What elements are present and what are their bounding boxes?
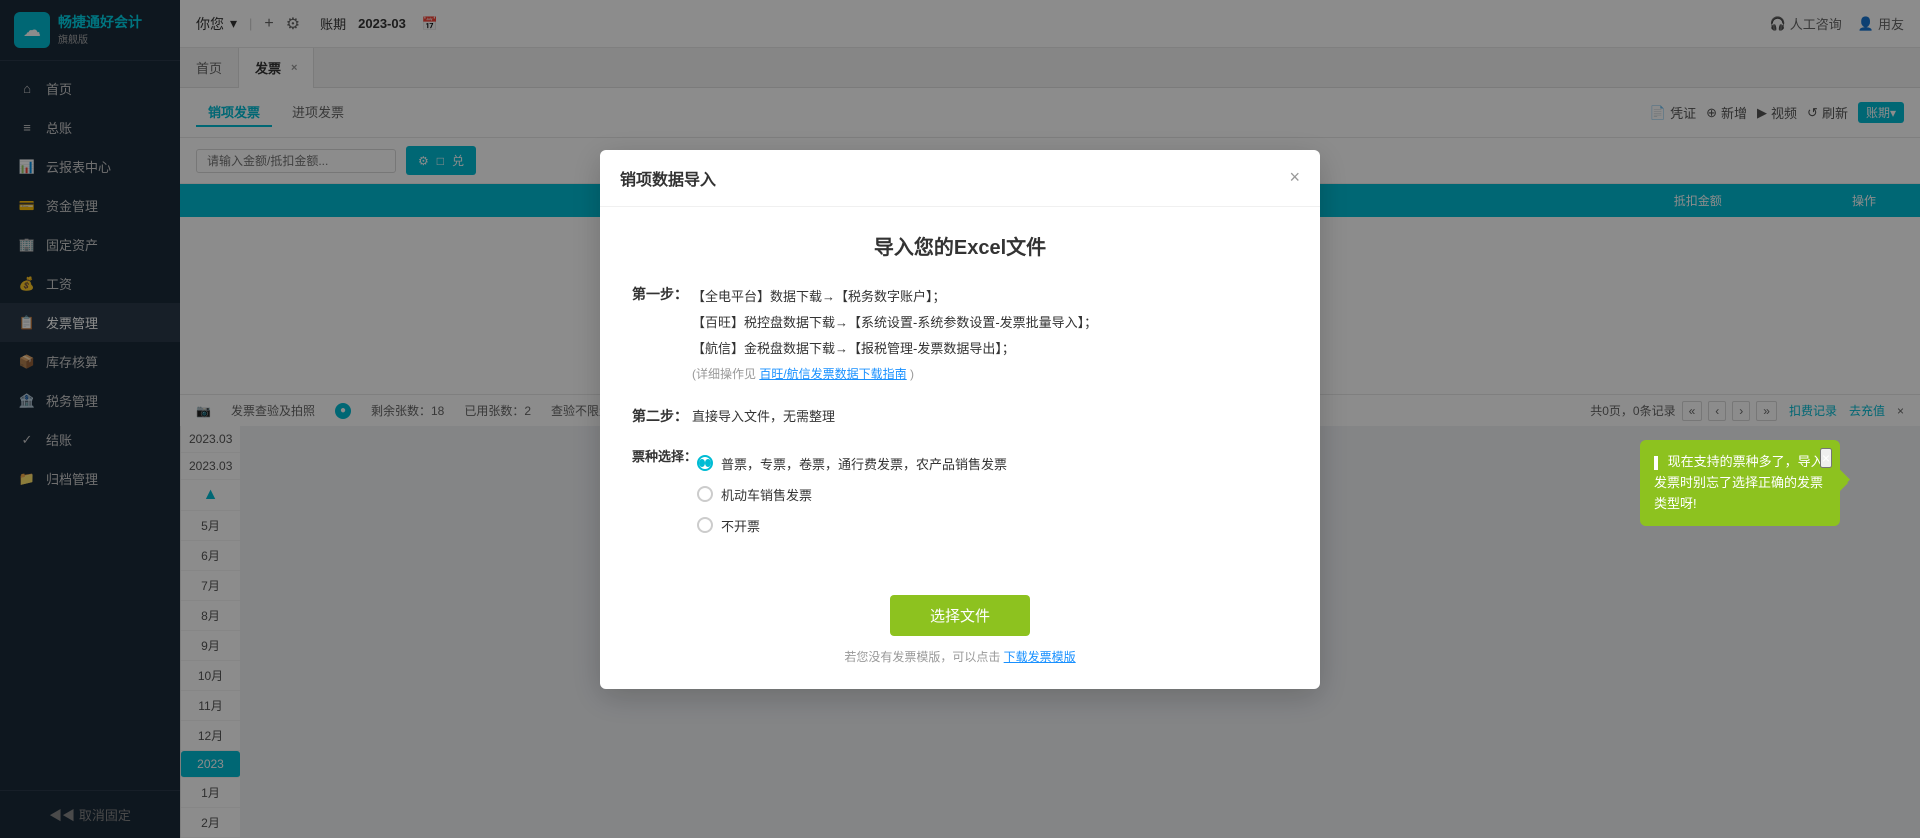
radio-group: 普票，专票，卷票，通行费发票，农产品销售发票 机动车销售发票 不开票	[697, 454, 1007, 535]
radio-circle-no-ticket	[697, 517, 713, 533]
step1-note: (详细操作见 百旺/航信发票数据下载指南 )	[692, 362, 1097, 386]
step2-label: 第二步：	[632, 406, 692, 426]
step1-line1: 【全电平台】数据下载→【税务数字账户】；	[692, 284, 1097, 310]
radio-motor-label: 机动车销售发票	[721, 485, 812, 504]
radio-normal-label: 普票，专票，卷票，通行费发票，农产品销售发票	[721, 454, 1007, 473]
modal-title: 销项数据导入	[620, 166, 716, 190]
step1-guide-link[interactable]: 百旺/航信发票数据下载指南	[759, 367, 906, 381]
download-template-link[interactable]: 下载发票模版	[1004, 650, 1076, 664]
step1-section: 第一步： 【全电平台】数据下载→【税务数字账户】； 【百旺】税控盘数据下载→【系…	[632, 284, 1288, 386]
step1-line2: 【百旺】税控盘数据下载→【系统设置-系统参数设置-发票批量导入】；	[692, 310, 1097, 336]
modal-main-title: 导入您的Excel文件	[632, 231, 1288, 260]
modal-overlay: 销项数据导入 × 导入您的Excel文件 第一步： 【全电平台】数据下载→【税务…	[0, 0, 1920, 838]
modal-header: 销项数据导入 ×	[600, 150, 1320, 207]
tooltip-close-button[interactable]: ×	[1820, 448, 1832, 468]
radio-circle-normal	[697, 455, 713, 471]
modal-footer: 选择文件 若您没有发票模版，可以点击 下载发票模版	[600, 579, 1320, 689]
select-file-button[interactable]: 选择文件	[890, 595, 1030, 636]
step2-section: 第二步： 直接导入文件，无需整理	[632, 406, 1288, 426]
ticket-select-label: 票种选择：	[632, 446, 697, 465]
tooltip-text: 现在支持的票种多了，导入发票时别忘了选择正确的发票类型呀!	[1654, 454, 1824, 511]
radio-circle-motor	[697, 486, 713, 502]
radio-motor[interactable]: 机动车销售发票	[697, 485, 1007, 504]
radio-no-ticket-label: 不开票	[721, 516, 760, 535]
modal-close-button[interactable]: ×	[1289, 167, 1300, 188]
step1-note-end: )	[910, 367, 914, 381]
bottom-note-text: 若您没有发票模版，可以点击	[844, 650, 1000, 664]
modal-body: 导入您的Excel文件 第一步： 【全电平台】数据下载→【税务数字账户】； 【百…	[600, 207, 1320, 579]
step1-line3: 【航信】金税盘数据下载→【报税管理-发票数据导出】；	[692, 336, 1097, 362]
tooltip-arrow	[1840, 470, 1850, 497]
tooltip-bar	[1654, 456, 1658, 470]
step1-note-text: (详细操作见	[692, 367, 756, 381]
ticket-select-section: 票种选择： 普票，专票，卷票，通行费发票，农产品销售发票 机动车销售发票	[632, 446, 1288, 535]
step2-content: 直接导入文件，无需整理	[692, 406, 835, 425]
step1-content: 【全电平台】数据下载→【税务数字账户】； 【百旺】税控盘数据下载→【系统设置-系…	[692, 284, 1097, 386]
radio-normal[interactable]: 普票，专票，卷票，通行费发票，农产品销售发票	[697, 454, 1007, 473]
step1-label: 第一步：	[632, 284, 692, 304]
tooltip-bubble: × 现在支持的票种多了，导入发票时别忘了选择正确的发票类型呀!	[1640, 440, 1840, 526]
radio-no-ticket[interactable]: 不开票	[697, 516, 1007, 535]
import-modal: 销项数据导入 × 导入您的Excel文件 第一步： 【全电平台】数据下载→【税务…	[600, 150, 1320, 689]
modal-bottom-note: 若您没有发票模版，可以点击 下载发票模版	[632, 648, 1288, 665]
